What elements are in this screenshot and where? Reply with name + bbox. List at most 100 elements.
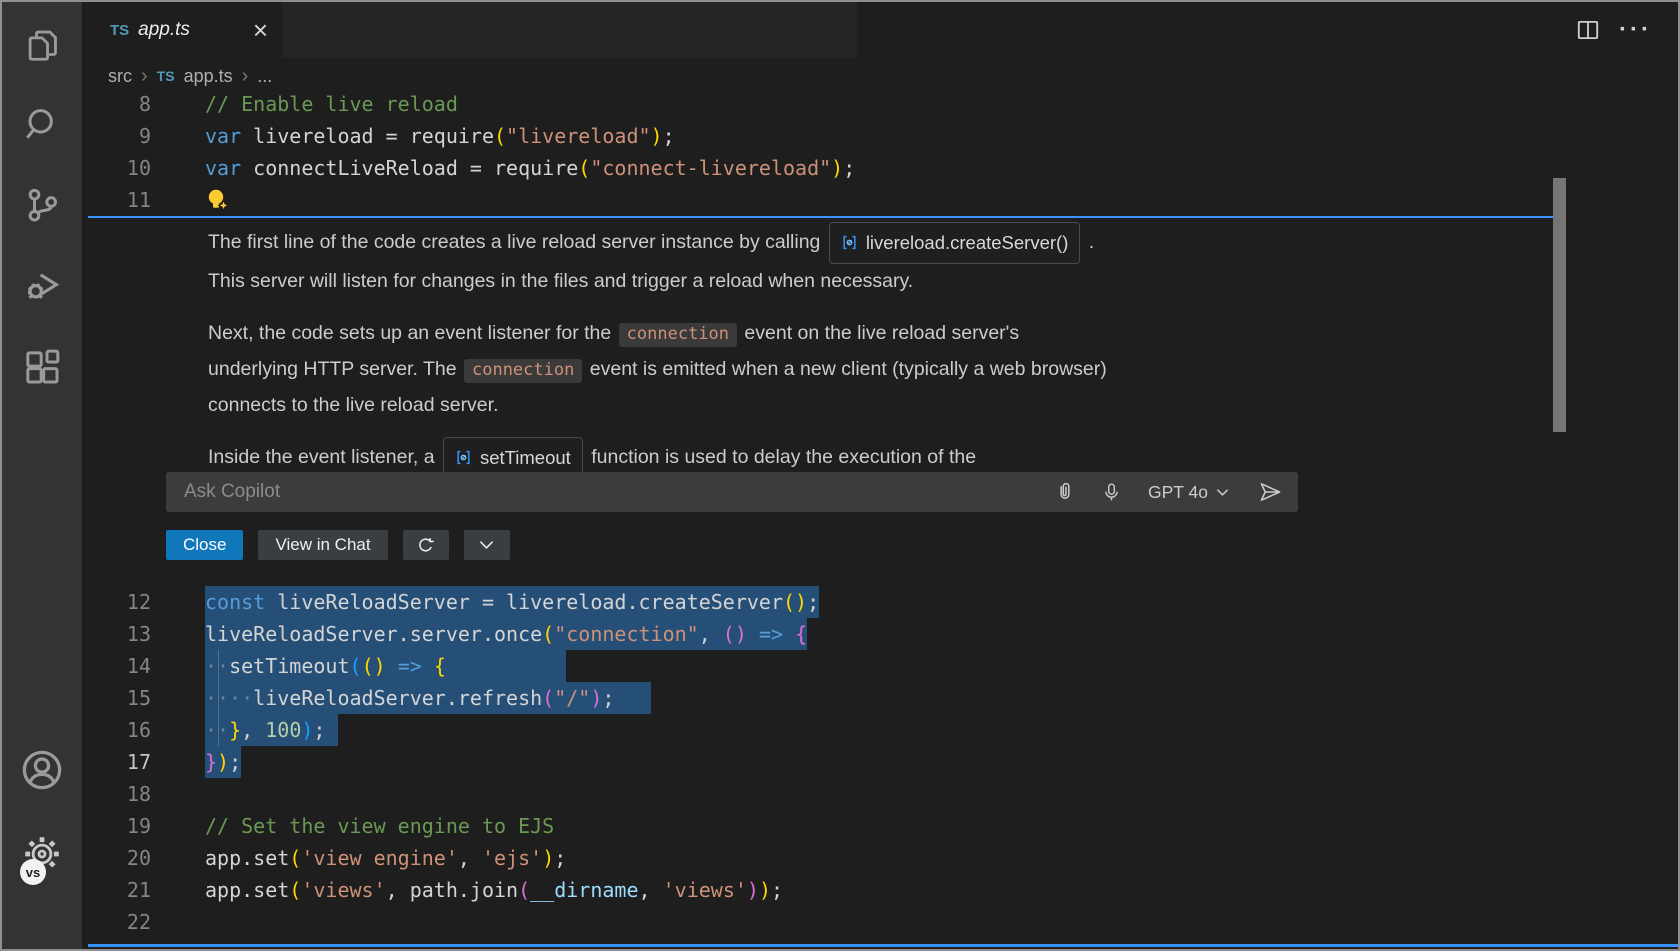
- files-icon: [23, 26, 61, 64]
- code-line[interactable]: 20 app.set('view engine', 'ejs');: [82, 842, 1678, 874]
- more-options-button[interactable]: [464, 530, 510, 560]
- tab-title: app.ts: [138, 19, 190, 41]
- code-line[interactable]: 22: [82, 906, 1678, 938]
- tab-close-icon[interactable]: ×: [253, 17, 268, 43]
- model-label: GPT 4o: [1148, 482, 1208, 503]
- code-line[interactable]: 11: [82, 184, 1678, 216]
- code-text: ····liveReloadServer.refresh("/");: [205, 682, 651, 714]
- line-number: 10: [82, 152, 151, 184]
- code-text: });: [205, 746, 241, 778]
- inline-chat-buttons: Close View in Chat: [166, 530, 510, 560]
- code-line[interactable]: 12 const liveReloadServer = livereload.cr…: [82, 586, 1678, 618]
- code-line[interactable]: 17});: [82, 746, 1678, 778]
- sidebar-item-explorer[interactable]: [2, 10, 82, 80]
- ts-file-icon: TS: [157, 68, 175, 84]
- code-text: liveReloadServer.server.once("connection…: [205, 618, 807, 650]
- inline-code: connection: [464, 359, 582, 383]
- chevron-down-icon: [1216, 488, 1229, 497]
- account-icon: [20, 748, 64, 792]
- model-picker[interactable]: GPT 4o: [1148, 482, 1229, 503]
- code-line[interactable]: 16 ··}, 100);: [82, 714, 1678, 746]
- vs-account-badge: vs: [20, 859, 46, 885]
- send-icon[interactable]: [1259, 481, 1282, 503]
- code-line[interactable]: 18: [82, 778, 1678, 810]
- line-number: 11: [82, 184, 151, 216]
- sidebar-item-settings[interactable]: vs: [2, 819, 82, 889]
- line-number: 18: [82, 778, 151, 810]
- code-line[interactable]: 9 var livereload = require("livereload");: [82, 120, 1678, 152]
- activity-bar: vs: [2, 2, 82, 949]
- code-line[interactable]: 14 ··setTimeout(() => {: [82, 650, 1678, 682]
- line-number: 20: [82, 842, 151, 874]
- breadcrumb-symbol-more[interactable]: ...: [257, 66, 272, 87]
- tab-bar: TS app.ts × ···: [82, 2, 1678, 58]
- copilot-input-bar: GPT 4o: [166, 472, 1298, 512]
- code-text: const liveReloadServer = livereload.crea…: [205, 586, 819, 618]
- inline-chat-border: [88, 944, 1678, 947]
- breadcrumb-separator: ›: [141, 65, 148, 88]
- refresh-icon: [416, 536, 435, 555]
- breadcrumb: src › TS app.ts › ...: [82, 58, 1678, 94]
- sidebar-item-source-control[interactable]: [2, 170, 82, 240]
- code-line[interactable]: 8// Enable live reload: [82, 94, 1678, 120]
- symbol-method-icon: [841, 234, 858, 251]
- code-line[interactable]: 10 var connectLiveReload = require("conne…: [82, 152, 1678, 184]
- widget-scrollbar[interactable]: [1553, 178, 1566, 432]
- line-number: 16: [82, 714, 151, 746]
- debug-icon: [21, 264, 63, 306]
- line-number: 15: [82, 682, 151, 714]
- code-text: var connectLiveReload = require("connect…: [205, 152, 855, 184]
- ts-file-icon: TS: [110, 22, 129, 39]
- symbol-chip[interactable]: livereload.createServer(): [829, 222, 1081, 264]
- search-icon: [22, 105, 62, 145]
- sidebar-item-search[interactable]: [2, 90, 82, 160]
- sidebar-item-run-debug[interactable]: [2, 250, 82, 320]
- code-text: app.set('view engine', 'ejs');: [205, 842, 566, 874]
- view-in-chat-button[interactable]: View in Chat: [258, 530, 387, 560]
- editor[interactable]: 8// Enable live reload9 var livereload = …: [82, 94, 1678, 949]
- line-number: 8: [82, 94, 151, 120]
- breadcrumb-file[interactable]: app.ts: [184, 66, 233, 87]
- line-number: 19: [82, 810, 151, 842]
- line-number: 14: [82, 650, 151, 682]
- code-text: app.set('views', path.join(__dirname, 'v…: [205, 874, 783, 906]
- line-number: 22: [82, 906, 151, 938]
- split-editor-icon[interactable]: [1575, 17, 1601, 43]
- line-number: 13: [82, 618, 151, 650]
- line-number: 21: [82, 874, 151, 906]
- tab-bar-empty-space: [857, 2, 1678, 58]
- source-control-icon: [22, 185, 62, 225]
- symbol-method-icon: [455, 449, 472, 466]
- sidebar-item-accounts[interactable]: [2, 735, 82, 805]
- line-number: 9: [82, 120, 151, 152]
- ask-copilot-input[interactable]: [182, 480, 1054, 504]
- line-number: 17: [82, 746, 151, 778]
- copilot-paragraph: Next, the code sets up an event listener…: [208, 316, 1518, 423]
- code-line[interactable]: 19 // Set the view engine to EJS: [82, 810, 1678, 842]
- code-text: ··setTimeout(() => {: [205, 650, 566, 682]
- indent-guide: [218, 650, 219, 746]
- chevron-down-icon: [479, 540, 494, 550]
- lightbulb-sparkle-icon[interactable]: [205, 187, 231, 213]
- microphone-icon[interactable]: [1101, 481, 1122, 504]
- code-line[interactable]: 13 liveReloadServer.server.once("connecti…: [82, 618, 1678, 650]
- code-line[interactable]: 21 app.set('views', path.join(__dirname, …: [82, 874, 1678, 906]
- regenerate-button[interactable]: [403, 530, 449, 560]
- extensions-icon: [22, 347, 62, 387]
- editor-actions: ···: [1575, 2, 1652, 58]
- copilot-paragraph: The first line of the code creates a liv…: [208, 222, 1518, 299]
- code-line[interactable]: 15 ····liveReloadServer.refresh("/");: [82, 682, 1678, 714]
- input-actions: GPT 4o: [1054, 481, 1282, 504]
- inline-chat-widget: The first line of the code creates a liv…: [88, 216, 1566, 576]
- tab-app-ts[interactable]: TS app.ts ×: [82, 2, 282, 58]
- code-text: var livereload = require("livereload");: [205, 120, 675, 152]
- inline-code: connection: [619, 323, 737, 347]
- breadcrumb-folder[interactable]: src: [108, 66, 132, 87]
- close-button[interactable]: Close: [166, 530, 243, 560]
- attach-icon[interactable]: [1054, 481, 1075, 504]
- line-number: 12: [82, 586, 151, 618]
- code-text: ··}, 100);: [205, 714, 338, 746]
- breadcrumb-separator: ›: [242, 65, 249, 88]
- code-text: // Set the view engine to EJS: [205, 810, 554, 842]
- sidebar-item-extensions[interactable]: [2, 332, 82, 402]
